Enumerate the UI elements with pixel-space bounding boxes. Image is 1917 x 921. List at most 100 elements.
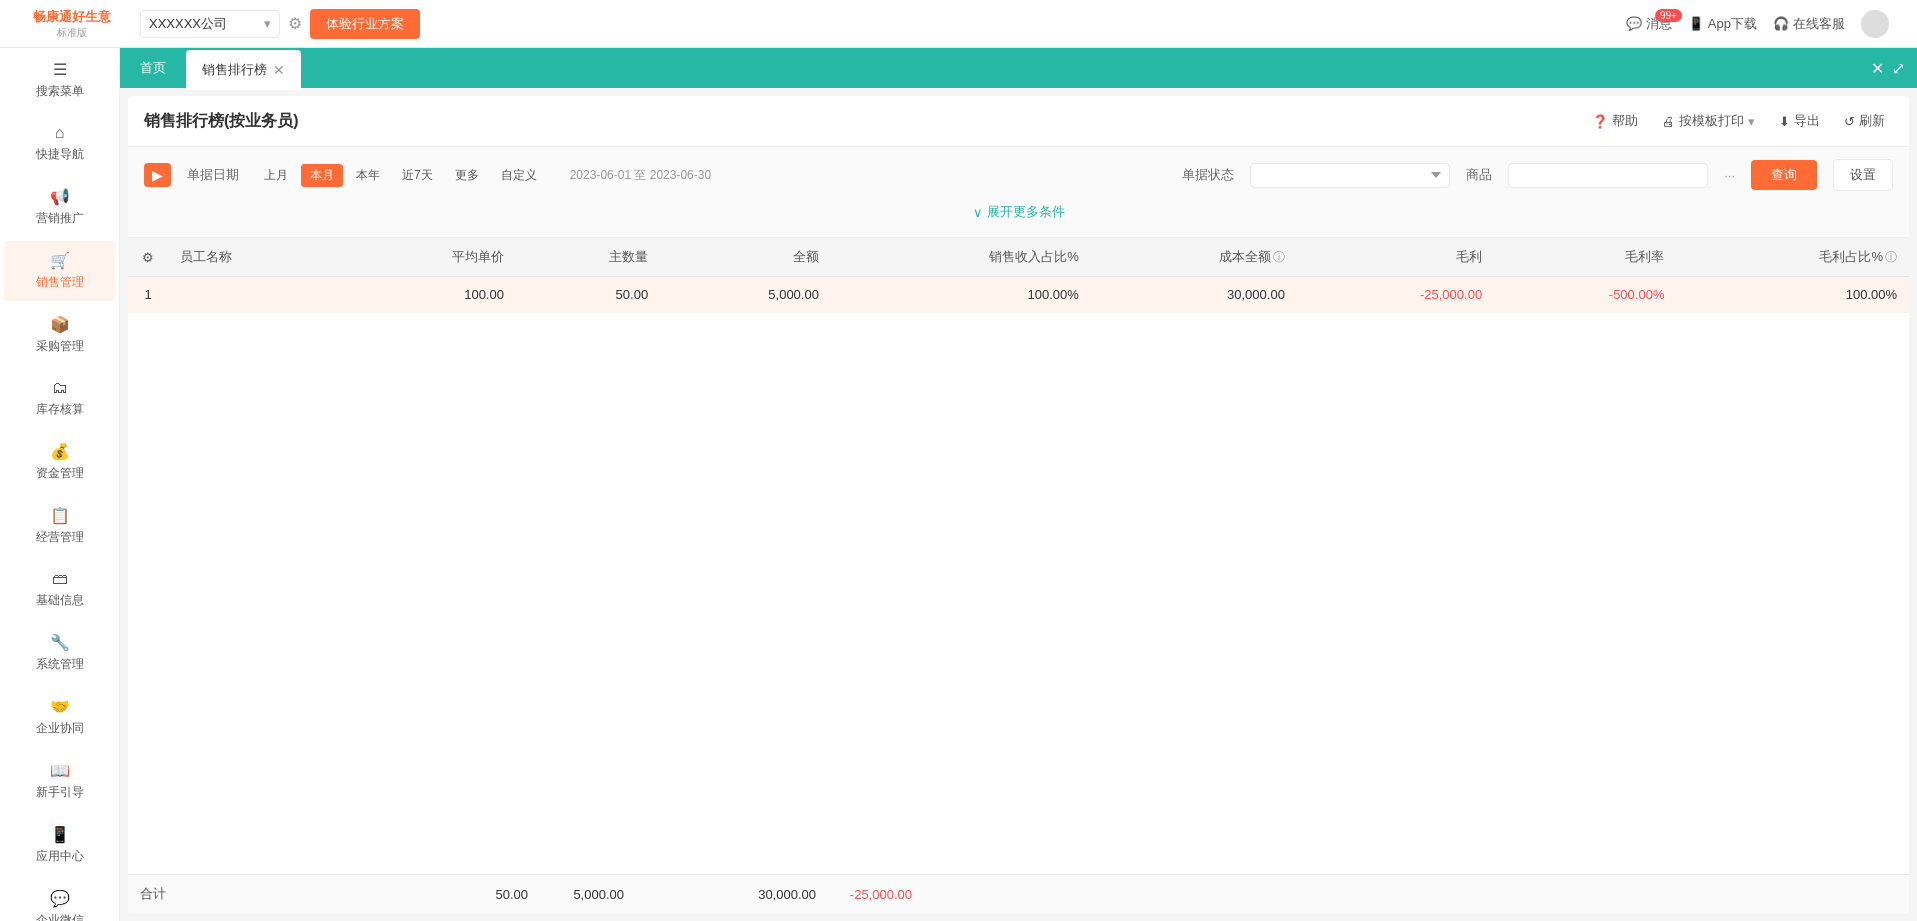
message-button[interactable]: 💬 消息 99+ [1626, 15, 1672, 33]
app-download-button[interactable]: 📱 App下载 [1688, 15, 1757, 33]
help-label: 帮助 [1612, 112, 1638, 130]
avatar[interactable] [1861, 10, 1889, 38]
message-icon: 💬 [1626, 16, 1642, 31]
print-label: 按模板打印 [1679, 112, 1744, 130]
sidebar-item-app-center[interactable]: 📱 应用中心 [4, 815, 115, 875]
logo-subtitle: 标准版 [57, 26, 87, 40]
goods-label: 商品 [1466, 166, 1492, 184]
footer-label: 合计 [140, 885, 200, 903]
col-gross-ratio: 毛利占比%ⓘ [1676, 238, 1909, 277]
sidebar-item-guide[interactable]: 📖 新手引导 [4, 751, 115, 811]
tab-minimize-icon[interactable]: ✕ [1871, 59, 1884, 78]
date-btn-more[interactable]: 更多 [446, 164, 488, 187]
company-selector[interactable]: XXXXXX公司 ▾ [140, 10, 280, 38]
headset-icon: 🎧 [1773, 16, 1789, 31]
date-label: 单据日期 [187, 166, 239, 184]
query-button[interactable]: 查询 [1751, 160, 1817, 190]
sidebar-label-operations: 经营管理 [36, 529, 84, 546]
sidebar-label-purchase: 采购管理 [36, 338, 84, 355]
tab-close-icon[interactable]: ✕ [273, 62, 285, 78]
settings-text-button[interactable]: 设置 [1833, 159, 1893, 191]
top-header: 畅康通好生意 标准版 XXXXXX公司 ▾ ⚙ 体验行业方案 💬 消息 99+ … [0, 0, 1917, 48]
help-button[interactable]: ❓ 帮助 [1584, 108, 1646, 134]
sidebar-item-marketing[interactable]: 📢 营销推广 [4, 177, 115, 237]
sidebar-label-inventory: 库存核算 [36, 401, 84, 418]
sidebar-item-search-orders[interactable]: ☰ 搜索菜单 [4, 50, 115, 110]
page-content: 销售排行榜(按业务员) ❓ 帮助 🖨 按模板打印 ▾ ⬇ 导出 [128, 96, 1909, 913]
date-range-display: 2023-06-01 至 2023-06-30 [570, 167, 711, 184]
tab-sales-ranking[interactable]: 销售排行榜 ✕ [186, 50, 301, 90]
sidebar-item-system[interactable]: 🔧 系统管理 [4, 623, 115, 683]
footer-total: 5,000.00 [544, 887, 624, 902]
table-footer: 合计 50.00 5,000.00 30,000.00 -25,000.00 [128, 874, 1909, 913]
home-icon: ⌂ [55, 124, 65, 142]
gross-ratio-info-icon[interactable]: ⓘ [1885, 250, 1897, 264]
cell-main-qty: 50.00 [516, 277, 660, 313]
tab-bar: 首页 销售排行榜 ✕ ✕ ⤢ [120, 48, 1917, 88]
date-btn-last-month[interactable]: 上月 [255, 164, 297, 187]
sidebar-label-system: 系统管理 [36, 656, 84, 673]
print-template-button[interactable]: 🖨 按模板打印 ▾ [1654, 108, 1763, 134]
cost-total-info-icon[interactable]: ⓘ [1273, 250, 1285, 264]
date-btn-custom[interactable]: 自定义 [492, 164, 546, 187]
tab-home[interactable]: 首页 [120, 48, 186, 88]
footer-cost-total: 30,000.00 [736, 887, 816, 902]
settings-icon[interactable]: ⚙ [288, 14, 302, 33]
col-sales-ratio: 销售收入占比% [831, 238, 1091, 277]
more-options-icon[interactable]: ··· [1724, 168, 1735, 183]
date-buttons: 上月 本月 本年 近7天 更多 自定义 [255, 164, 546, 187]
sidebar-item-inventory[interactable]: 🗂 库存核算 [4, 369, 115, 428]
tab-label-sales-ranking: 销售排行榜 [202, 61, 267, 79]
page-title: 销售排行榜(按业务员) [144, 111, 299, 132]
sidebar-item-sales[interactable]: 🛒 销售管理 [4, 241, 115, 301]
sidebar-item-quick-nav[interactable]: ⌂ 快捷导航 [4, 114, 115, 173]
sidebar-item-wechat[interactable]: 💬 企业微信 [4, 879, 115, 921]
chevron-down-expand-icon: ∨ [973, 205, 983, 220]
sidebar-item-enterprise[interactable]: 🤝 企业协同 [4, 687, 115, 747]
col-gross-rate: 毛利率 [1494, 238, 1676, 277]
enterprise-icon: 🤝 [50, 697, 70, 716]
sidebar-item-finance[interactable]: 💰 资金管理 [4, 432, 115, 492]
guide-icon: 📖 [50, 761, 70, 780]
col-main-qty: 主数量 [516, 238, 660, 277]
table-header-row: ⚙ 员工名称 平均单价 主数量 全额 销售收入占比% 成本全额ⓘ 毛利 毛利率 [128, 238, 1909, 277]
phone-icon: 📱 [1688, 16, 1704, 31]
print-chevron-icon: ▾ [1748, 114, 1755, 129]
date-btn-this-month[interactable]: 本月 [301, 164, 343, 187]
online-service-button[interactable]: 🎧 在线客服 [1773, 15, 1845, 33]
sidebar-item-purchase[interactable]: 📦 采购管理 [4, 305, 115, 365]
col-cost-total: 成本全额ⓘ [1091, 238, 1297, 277]
online-service-label: 在线客服 [1793, 15, 1845, 33]
trial-button[interactable]: 体验行业方案 [310, 9, 420, 39]
main-layout: ☰ 搜索菜单 ⌂ 快捷导航 📢 营销推广 🛒 销售管理 📦 采购管理 🗂 库存核… [0, 48, 1917, 921]
export-button[interactable]: ⬇ 导出 [1771, 108, 1828, 134]
goods-input[interactable] [1508, 163, 1708, 188]
sidebar-label-sales: 销售管理 [36, 274, 84, 291]
tab-maximize-icon[interactable]: ⤢ [1892, 59, 1905, 78]
finance-icon: 💰 [50, 442, 70, 461]
sidebar-label-search-orders: 搜索菜单 [36, 83, 84, 100]
cell-sales-ratio: 100.00% [831, 277, 1091, 313]
cell-gross-ratio: 100.00% [1676, 277, 1909, 313]
sidebar-item-basic-info[interactable]: 🗃 基础信息 [4, 560, 115, 619]
col-avg-price: 平均单价 [342, 238, 516, 277]
table-area: ⚙ 员工名称 平均单价 主数量 全额 销售收入占比% 成本全额ⓘ 毛利 毛利率 [128, 238, 1909, 874]
sidebar-label-app-center: 应用中心 [36, 848, 84, 865]
cell-employee [168, 277, 342, 313]
export-icon: ⬇ [1779, 114, 1790, 129]
refresh-button[interactable]: ↺ 刷新 [1836, 108, 1893, 134]
expand-more-button[interactable]: ∨ 展开更多条件 [144, 199, 1893, 225]
help-icon: ❓ [1592, 114, 1608, 129]
sidebar-label-basic-info: 基础信息 [36, 592, 84, 609]
filter-arrow-button[interactable]: ▶ [144, 163, 171, 187]
cell-gross-rate: -500.00% [1494, 277, 1676, 313]
sidebar-item-operations[interactable]: 📋 经营管理 [4, 496, 115, 556]
table-settings-icon[interactable]: ⚙ [142, 250, 154, 265]
status-select[interactable] [1250, 163, 1450, 188]
page-header: 销售排行榜(按业务员) ❓ 帮助 🖨 按模板打印 ▾ ⬇ 导出 [128, 96, 1909, 147]
sales-icon: 🛒 [50, 251, 70, 270]
date-btn-this-year[interactable]: 本年 [347, 164, 389, 187]
ranking-table: ⚙ 员工名称 平均单价 主数量 全额 销售收入占比% 成本全额ⓘ 毛利 毛利率 [128, 238, 1909, 313]
date-btn-7days[interactable]: 近7天 [393, 164, 442, 187]
col-settings[interactable]: ⚙ [128, 238, 168, 277]
